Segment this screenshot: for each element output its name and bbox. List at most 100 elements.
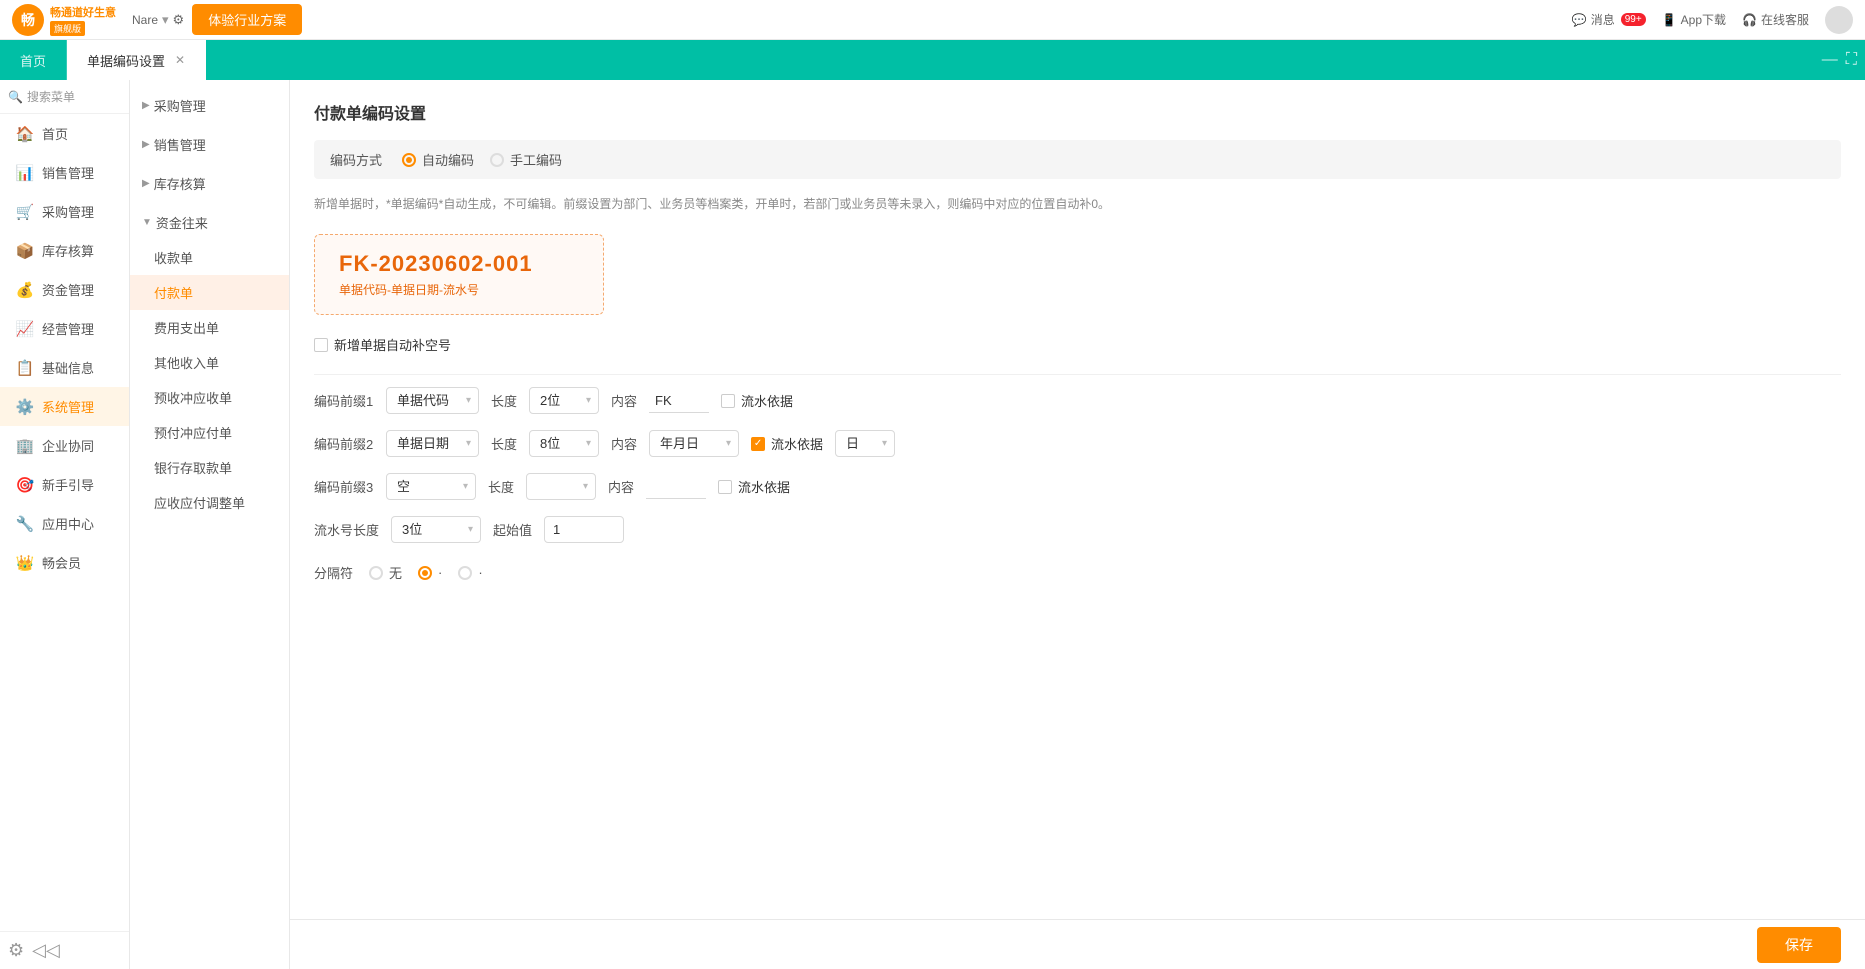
sidebar-item-enterprise[interactable]: 🏢 企业协同 bbox=[0, 426, 129, 465]
content-input-1[interactable] bbox=[649, 389, 709, 413]
prefix-select-3-wrap: 空 ▾ bbox=[386, 473, 476, 500]
sub-item-payment[interactable]: 付款单 bbox=[130, 275, 289, 310]
sub-item-prepay-receivable[interactable]: 预收冲应收单 bbox=[130, 380, 289, 415]
member-icon: 👑 bbox=[16, 554, 34, 572]
top-bar-left: 畅 畅通道好生意 旗舰版 Nare ▾ ⚙ 体验行业方案 bbox=[12, 4, 302, 36]
info-text: 新增单据时，*单据编码*自动生成，不可编辑。前缀设置为部门、业务员等档案类，开单… bbox=[314, 195, 1841, 214]
sub-group-capital: ▼ 资金往来 收款单 付款单 费用支出单 其他收入单 预收冲应收单 预付冲应付单… bbox=[130, 205, 289, 520]
config-row-3: 编码前缀3 空 ▾ 长度 ▾ 内容 流水依据 bbox=[314, 473, 1841, 500]
period-select[interactable]: 日 bbox=[835, 430, 895, 457]
prefix-select-2[interactable]: 单据日期 bbox=[386, 430, 479, 457]
sub-item-expense[interactable]: 费用支出单 bbox=[130, 310, 289, 345]
maximize-icon[interactable]: ⛶ bbox=[1846, 51, 1857, 69]
content-select-2[interactable]: 年月日 bbox=[649, 430, 739, 457]
collapse-icon[interactable]: ◁◁ bbox=[32, 940, 60, 961]
auto-fill-checkbox[interactable]: 新增单据自动补空号 bbox=[314, 335, 451, 354]
sidebar-item-operations[interactable]: 📈 经营管理 bbox=[0, 309, 129, 348]
prefix-label-2: 编码前缀2 bbox=[314, 434, 374, 453]
online-service-item[interactable]: 🎧 在线客服 bbox=[1742, 11, 1809, 28]
example-desc: 单据代码-单据日期-流水号 bbox=[339, 281, 579, 298]
sub-item-receipt[interactable]: 收款单 bbox=[130, 240, 289, 275]
content-input-3[interactable] bbox=[646, 475, 706, 499]
sidebar-item-inventory[interactable]: 📦 库存核算 bbox=[0, 231, 129, 270]
sep-radio-dot-circle bbox=[418, 566, 432, 580]
main-content: 付款单编码设置 编码方式 自动编码 手工编码 新增单据时，*单据编码*自动生成，… bbox=[290, 80, 1865, 969]
radio-auto-checked bbox=[402, 153, 416, 167]
prefix-select-3[interactable]: 空 bbox=[386, 473, 476, 500]
sidebar-item-member[interactable]: 👑 畅会员 bbox=[0, 543, 129, 582]
content-inner: 付款单编码设置 编码方式 自动编码 手工编码 新增单据时，*单据编码*自动生成，… bbox=[290, 80, 1865, 919]
minimize-icon[interactable]: — bbox=[1822, 51, 1838, 69]
sub-item-prepay-payable[interactable]: 预付冲应付单 bbox=[130, 415, 289, 450]
sub-group-header-sales[interactable]: ▶ 销售管理 bbox=[130, 127, 289, 162]
example-box: FK-20230602-001 单据代码-单据日期-流水号 bbox=[314, 234, 604, 315]
radio-auto-code[interactable]: 自动编码 bbox=[402, 150, 474, 169]
length-select-1[interactable]: 2位 bbox=[529, 387, 599, 414]
save-button[interactable]: 保存 bbox=[1757, 927, 1841, 963]
serial-checkbox-1[interactable]: 流水依据 bbox=[721, 391, 793, 410]
sidebar-item-home[interactable]: 🏠 首页 bbox=[0, 114, 129, 153]
length-select-3[interactable] bbox=[526, 473, 596, 500]
sep-radio-none[interactable]: 无 bbox=[369, 563, 402, 582]
logo-text: 畅通道好生意 旗舰版 bbox=[50, 4, 116, 36]
serial-checkbox-checked-2: ✓ bbox=[751, 437, 765, 451]
config-row-1: 编码前缀1 单据代码 ▾ 长度 2位 ▾ 内容 流水依据 bbox=[314, 387, 1841, 414]
sidebar-item-basics[interactable]: 📋 基础信息 bbox=[0, 348, 129, 387]
arrow-down-icon: ▼ bbox=[142, 217, 152, 228]
sub-group-header-capital[interactable]: ▼ 资金往来 bbox=[130, 205, 289, 240]
tab-close-icon[interactable]: ✕ bbox=[175, 53, 185, 67]
length-label-2: 长度 bbox=[491, 434, 517, 453]
content-label-3: 内容 bbox=[608, 477, 634, 496]
sub-item-other-income[interactable]: 其他收入单 bbox=[130, 345, 289, 380]
tab-encoding-settings[interactable]: 单据编码设置 ✕ bbox=[67, 40, 206, 80]
sub-group-header-purchase[interactable]: ▶ 采购管理 bbox=[130, 88, 289, 123]
experience-button[interactable]: 体验行业方案 bbox=[192, 4, 302, 35]
content-label-1: 内容 bbox=[611, 391, 637, 410]
length-label-1: 长度 bbox=[491, 391, 517, 410]
top-bar: 畅 畅通道好生意 旗舰版 Nare ▾ ⚙ 体验行业方案 💬 消息 99+ 📱 … bbox=[0, 0, 1865, 40]
sep-radio-dash-circle bbox=[458, 566, 472, 580]
serial-length-select-wrap: 3位 ▾ bbox=[391, 516, 481, 543]
sidebar: 🔍 搜索菜单 🏠 首页 📊 销售管理 🛒 采购管理 📦 库存核算 💰 资金管理 … bbox=[0, 80, 130, 969]
length-select-3-wrap: ▾ bbox=[526, 473, 596, 500]
sidebar-item-finance[interactable]: 💰 资金管理 bbox=[0, 270, 129, 309]
headset-icon: 🎧 bbox=[1742, 13, 1757, 27]
finance-icon: 💰 bbox=[16, 281, 34, 299]
sub-item-bank[interactable]: 银行存取款单 bbox=[130, 450, 289, 485]
separator-row: 分隔符 无 · · bbox=[314, 563, 1841, 582]
prefix-select-1[interactable]: 单据代码 bbox=[386, 387, 479, 414]
sidebar-item-system[interactable]: ⚙️ 系统管理 bbox=[0, 387, 129, 426]
sidebar-item-appcenter[interactable]: 🔧 应用中心 bbox=[0, 504, 129, 543]
app-download-item[interactable]: 📱 App下载 bbox=[1662, 11, 1726, 28]
sidebar-item-sales[interactable]: 📊 销售管理 bbox=[0, 153, 129, 192]
serial-length-select[interactable]: 3位 bbox=[391, 516, 481, 543]
sub-group-sales: ▶ 销售管理 bbox=[130, 127, 289, 162]
sidebar-item-guide[interactable]: 🎯 新手引导 bbox=[0, 465, 129, 504]
sep-radio-none-circle bbox=[369, 566, 383, 580]
serial-length-label: 流水号长度 bbox=[314, 520, 379, 539]
settings-icon[interactable]: ⚙ bbox=[173, 12, 185, 28]
length-select-2[interactable]: 8位 bbox=[529, 430, 599, 457]
checkbox-unchecked bbox=[314, 338, 328, 352]
home-icon: 🏠 bbox=[16, 125, 34, 143]
example-code: FK-20230602-001 bbox=[339, 251, 579, 277]
nav-dropdown-arrow[interactable]: ▾ bbox=[162, 12, 169, 28]
serial-checkbox-unchecked-1 bbox=[721, 394, 735, 408]
search-menu[interactable]: 🔍 搜索菜单 bbox=[0, 80, 129, 114]
user-avatar[interactable] bbox=[1825, 6, 1853, 34]
start-value-input[interactable] bbox=[544, 516, 624, 543]
message-item[interactable]: 💬 消息 99+ bbox=[1572, 11, 1646, 28]
prefix-select-2-wrap: 单据日期 ▾ bbox=[386, 430, 479, 457]
sep-radio-dot[interactable]: · bbox=[418, 565, 442, 580]
sidebar-item-purchase[interactable]: 🛒 采购管理 bbox=[0, 192, 129, 231]
coding-method-bar: 编码方式 自动编码 手工编码 bbox=[314, 140, 1841, 179]
serial-checkbox-3[interactable]: 流水依据 bbox=[718, 477, 790, 496]
sub-item-adjustment[interactable]: 应收应付调整单 bbox=[130, 485, 289, 520]
settings-bottom-icon[interactable]: ⚙ bbox=[8, 940, 24, 961]
serial-checkbox-2[interactable]: ✓ 流水依据 bbox=[751, 434, 823, 453]
sep-radio-dash[interactable]: · bbox=[458, 565, 482, 580]
enterprise-icon: 🏢 bbox=[16, 437, 34, 455]
sub-group-header-inventory[interactable]: ▶ 库存核算 bbox=[130, 166, 289, 201]
radio-manual-code[interactable]: 手工编码 bbox=[490, 150, 562, 169]
tab-home[interactable]: 首页 bbox=[0, 40, 67, 80]
